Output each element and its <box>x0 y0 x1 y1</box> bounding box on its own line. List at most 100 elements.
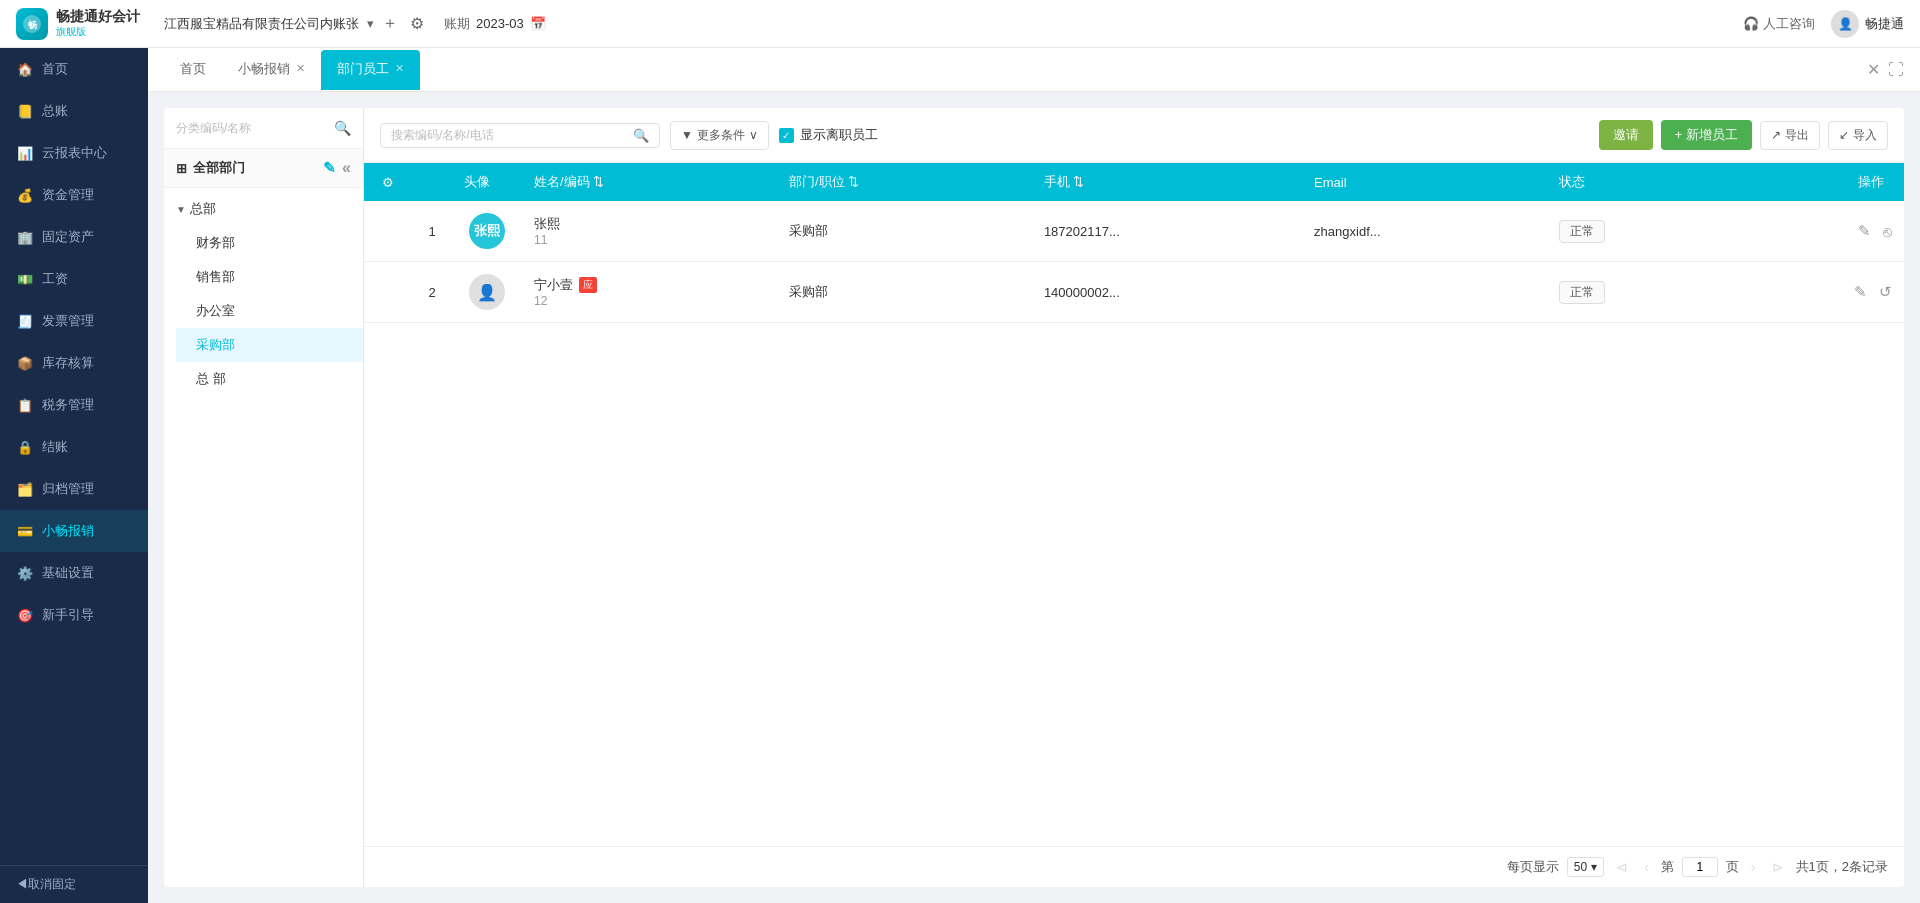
page-last-button[interactable]: ⊳ <box>1768 857 1788 877</box>
dept-item-general[interactable]: 总 部 <box>176 362 363 396</box>
tab-home[interactable]: 首页 <box>164 50 222 90</box>
page-label: 第 <box>1661 858 1674 876</box>
dept-parent-label: 总部 <box>190 200 216 218</box>
tab-dept-emp-close-icon[interactable]: ✕ <box>395 62 404 75</box>
dept-emp-panel: 🔍 ⊞ 全部部门 ✎ « ▼ 总部 <box>164 108 1904 887</box>
settings-icon: ⚙️ <box>16 564 34 582</box>
dept-collapse-button[interactable]: « <box>342 159 351 177</box>
th-name-code[interactable]: 姓名/编码 ⇅ <box>522 163 777 201</box>
sidebar-label-invoice: 发票管理 <box>42 312 94 330</box>
dept-grid-icon: ⊞ <box>176 161 187 176</box>
page-total-info: 共1页，2条记录 <box>1796 858 1888 876</box>
invite-button[interactable]: 邀请 <box>1599 120 1653 150</box>
import-button[interactable]: ↙ 导入 <box>1828 121 1888 150</box>
emp-table-wrap: ⚙ 头像 姓名/编码 ⇅ 部门/职位 ⇅ <box>364 163 1904 846</box>
company-name: 江西服宝精品有限责任公司内账张 <box>164 15 359 33</box>
dept-search-input[interactable] <box>176 121 334 135</box>
funds-icon: 💰 <box>16 186 34 204</box>
row1-name-code: 张熙 11 <box>522 201 777 262</box>
period-area: 账期 2023-03 📅 <box>444 15 546 33</box>
sidebar-item-invoice[interactable]: 🧾 发票管理 <box>0 300 148 342</box>
sidebar-item-payroll[interactable]: 💵 工资 <box>0 258 148 300</box>
row2-settings-cell <box>364 262 412 323</box>
tax-icon: 📋 <box>16 396 34 414</box>
filter-button[interactable]: ▼ 更多条件 ∨ <box>670 121 769 150</box>
table-row: 1 张熙 张熙 11 <box>364 201 1904 262</box>
sidebar-item-tax[interactable]: 📋 税务管理 <box>0 384 148 426</box>
service-button[interactable]: 🎧 人工咨询 <box>1743 15 1815 33</box>
sidebar-item-inventory[interactable]: 📦 库存核算 <box>0 342 148 384</box>
th-settings[interactable]: ⚙ <box>364 163 412 201</box>
toolbar-right: 邀请 + 新增员工 ↗ 导出 ↙ 导入 <box>1599 120 1888 150</box>
row1-code: 11 <box>534 233 765 247</box>
sidebar-item-settings[interactable]: ⚙️ 基础设置 <box>0 552 148 594</box>
tab-dept-emp[interactable]: 部门员工 ✕ <box>321 50 420 90</box>
add-company-button[interactable]: ＋ <box>382 13 398 34</box>
table-row: 2 👤 宁小壹 应 <box>364 262 1904 323</box>
th-dept-pos[interactable]: 部门/职位 ⇅ <box>777 163 1032 201</box>
company-settings-icon[interactable]: ⚙ <box>410 14 424 33</box>
th-phone[interactable]: 手机 ⇅ <box>1032 163 1302 201</box>
sidebar-label-guide: 新手引导 <box>42 606 94 624</box>
expand-window-button[interactable]: ⛶ <box>1888 61 1904 79</box>
home-icon: 🏠 <box>16 60 34 78</box>
calendar-icon[interactable]: 📅 <box>530 16 546 31</box>
sidebar-item-home[interactable]: 🏠 首页 <box>0 48 148 90</box>
row2-edit-icon[interactable]: ✎ <box>1854 283 1867 301</box>
add-employee-button[interactable]: + 新增员工 <box>1661 120 1752 150</box>
row2-refresh-icon[interactable]: ↺ <box>1879 283 1892 301</box>
emp-search-input[interactable] <box>391 128 627 142</box>
row2-phone: 140000002... <box>1032 262 1302 323</box>
page-next-button[interactable]: › <box>1747 857 1760 877</box>
sidebar-item-guide[interactable]: 🎯 新手引导 <box>0 594 148 636</box>
sidebar-item-expense[interactable]: 💳 小畅报销 <box>0 510 148 552</box>
cancel-fixed-label: ◀取消固定 <box>16 876 76 893</box>
tab-expense-close-icon[interactable]: ✕ <box>296 62 305 75</box>
filter-label: 更多条件 <box>697 127 745 144</box>
row1-status: 正常 <box>1547 201 1736 262</box>
dept-item-purchase[interactable]: 采购部 <box>176 328 363 362</box>
row1-edit-icon[interactable]: ✎ <box>1858 222 1871 240</box>
filter-icon: ▼ <box>681 128 693 142</box>
sidebar-item-assets[interactable]: 🏢 固定资产 <box>0 216 148 258</box>
pagination-bar: 每页显示 50 ▾ ⊲ ‹ 第 页 › ⊳ 共1页，2条记录 <box>364 846 1904 887</box>
page-size-select[interactable]: 50 ▾ <box>1567 857 1604 877</box>
page-first-button[interactable]: ⊲ <box>1612 857 1632 877</box>
dept-edit-button[interactable]: ✎ <box>323 159 336 177</box>
emp-table: ⚙ 头像 姓名/编码 ⇅ 部门/职位 ⇅ <box>364 163 1904 323</box>
logo-area: 畅 畅捷通好会计 旗舰版 <box>16 8 164 40</box>
row2-email <box>1302 262 1547 323</box>
sidebar-item-ledger[interactable]: 📒 总账 <box>0 90 148 132</box>
dept-item-finance[interactable]: 财务部 <box>176 226 363 260</box>
row2-name: 宁小壹 <box>534 276 573 294</box>
tab-expense[interactable]: 小畅报销 ✕ <box>222 50 321 90</box>
sidebar-label-home: 首页 <box>42 60 68 78</box>
sidebar-item-close[interactable]: 🔒 结账 <box>0 426 148 468</box>
row1-logout-icon[interactable]: ⎋ <box>1883 223 1892 240</box>
export-icon: ↗ <box>1771 128 1781 142</box>
expand-arrow-icon: ▼ <box>176 204 186 215</box>
page-number-input[interactable] <box>1682 857 1718 877</box>
cancel-fixed-button[interactable]: ◀取消固定 <box>0 865 148 903</box>
avatar: 👤 <box>1831 10 1859 38</box>
sidebar-item-reports[interactable]: 📊 云报表中心 <box>0 132 148 174</box>
dept-tree-parent-headquarters[interactable]: ▼ 总部 <box>164 192 363 226</box>
row2-num: 2 <box>412 262 452 323</box>
company-dropdown-icon[interactable]: ▾ <box>367 16 374 31</box>
emp-search-icon[interactable]: 🔍 <box>633 128 649 143</box>
filter-arrow-icon: ∨ <box>749 128 758 142</box>
sidebar-label-expense: 小畅报销 <box>42 522 94 540</box>
page-prev-button[interactable]: ‹ <box>1640 857 1653 877</box>
close-window-button[interactable]: ✕ <box>1867 60 1880 79</box>
user-area[interactable]: 👤 畅捷通 <box>1831 10 1904 38</box>
sidebar-item-archive[interactable]: 🗂️ 归档管理 <box>0 468 148 510</box>
dept-all-header[interactable]: ⊞ 全部部门 ✎ « <box>164 149 363 188</box>
row2-status: 正常 <box>1547 262 1736 323</box>
dept-item-sales[interactable]: 销售部 <box>176 260 363 294</box>
show-resigned-checkbox[interactable]: ✓ <box>779 128 794 143</box>
export-button[interactable]: ↗ 导出 <box>1760 121 1820 150</box>
dept-search-icon[interactable]: 🔍 <box>334 120 351 136</box>
sidebar-label-payroll: 工资 <box>42 270 68 288</box>
sidebar-item-funds[interactable]: 💰 资金管理 <box>0 174 148 216</box>
dept-item-office[interactable]: 办公室 <box>176 294 363 328</box>
